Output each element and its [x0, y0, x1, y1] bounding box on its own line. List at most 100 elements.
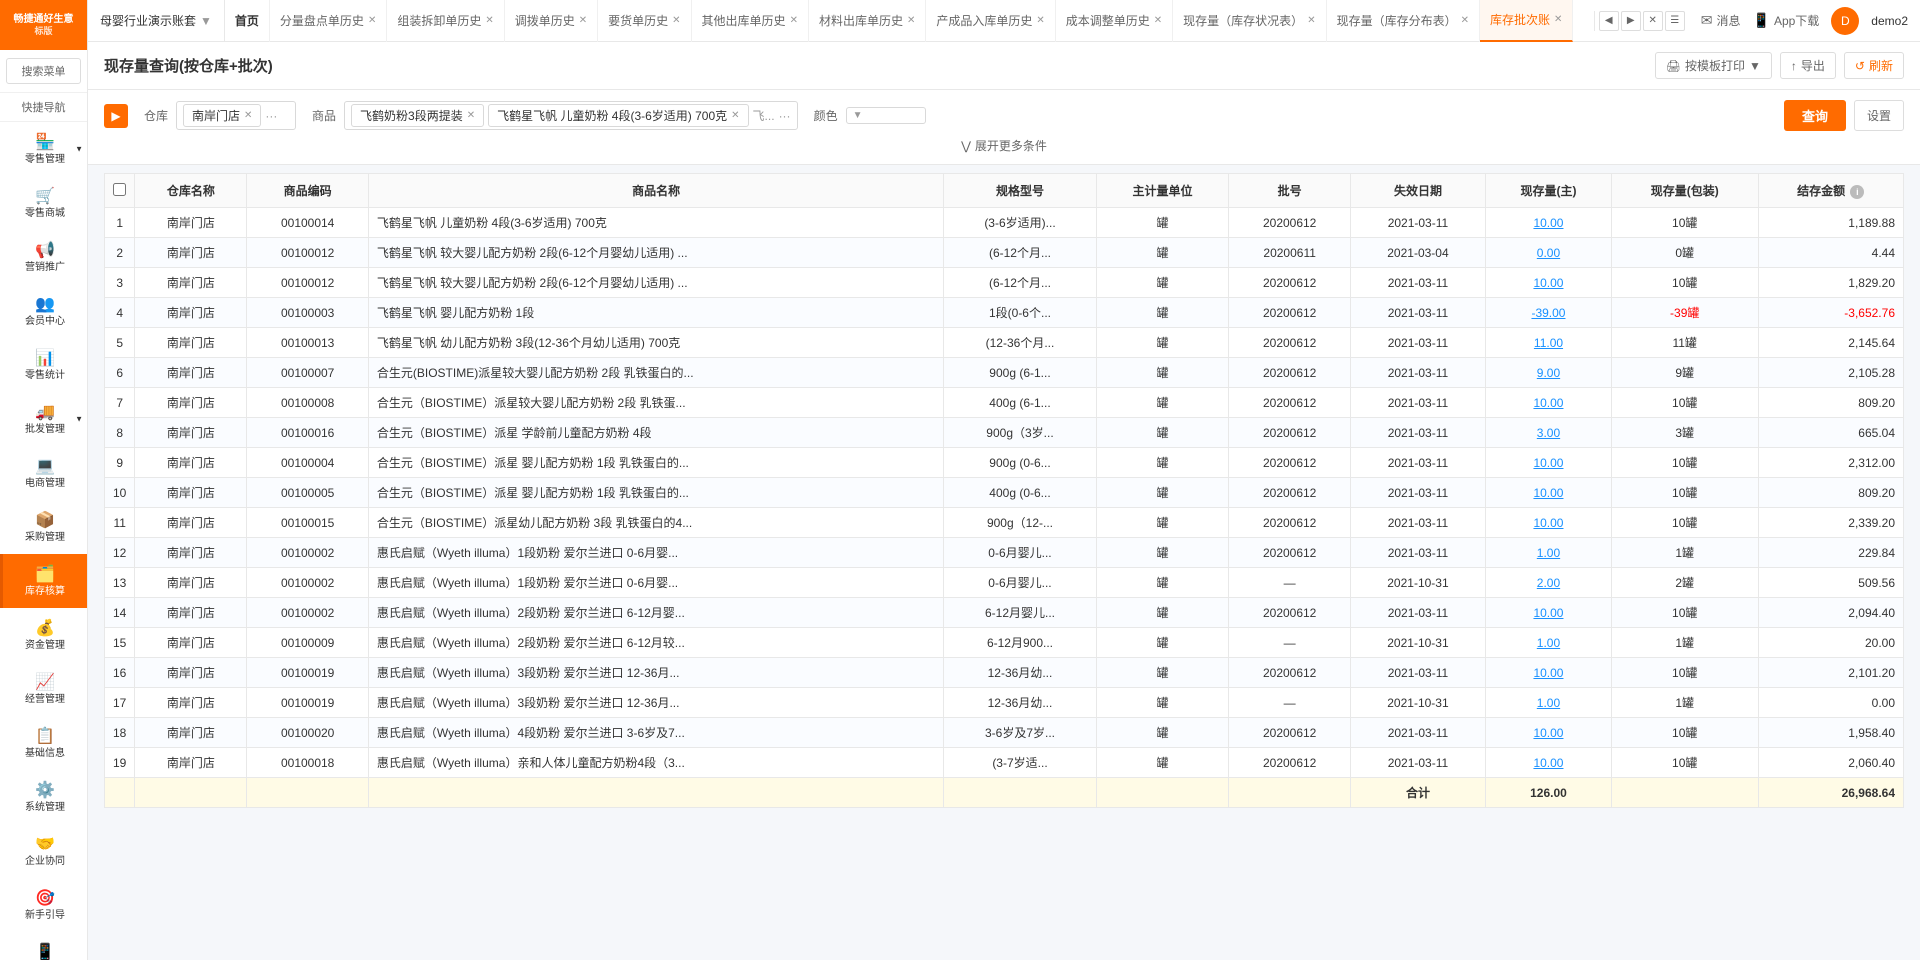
tab-close-icon[interactable]: ✕: [1554, 14, 1562, 25]
qty-main-cell[interactable]: 1.00: [1486, 538, 1612, 568]
qty-main-cell[interactable]: 2.00: [1486, 568, 1612, 598]
tab-close-icon[interactable]: ✕: [485, 15, 493, 26]
tab-close-icon[interactable]: ✕: [1307, 15, 1315, 26]
qty-main-cell[interactable]: 10.00: [1486, 658, 1612, 688]
warehouse-input[interactable]: 南岸门店 ✕ ···: [176, 101, 296, 130]
qty-main-cell[interactable]: 1.00: [1486, 628, 1612, 658]
tab-scroll-left-button[interactable]: ◀: [1599, 11, 1619, 31]
expand-more-button[interactable]: ⋁ 展开更多条件: [961, 137, 1047, 154]
col-name-header: 商品名称: [368, 174, 943, 208]
product-filter-group: 商品 飞鹤奶粉3段两提装 ✕ 飞鹤星飞帆 儿童奶粉 4段(3-6岁适用) 700…: [312, 101, 798, 130]
sidebar-item-finance[interactable]: 💰 资金管理: [0, 608, 87, 662]
message-action[interactable]: ✉ 消息: [1701, 12, 1741, 29]
filter-expand-button[interactable]: ▶: [104, 104, 128, 128]
color-input[interactable]: ▼: [846, 107, 926, 124]
tab-label: 其他出库单历史: [702, 12, 786, 29]
qty-main-cell[interactable]: 10.00: [1486, 208, 1612, 238]
qty-main-cell[interactable]: 10.00: [1486, 508, 1612, 538]
table-row: 18 南岸门店 00100020 惠氏启赋（Wyeth illuma）4段奶粉 …: [105, 718, 1904, 748]
qty-main-cell[interactable]: 10.00: [1486, 718, 1612, 748]
qty-main-cell[interactable]: 1.00: [1486, 688, 1612, 718]
table-row: 12 南岸门店 00100002 惠氏启赋（Wyeth illuma）1段奶粉 …: [105, 538, 1904, 568]
tab-inventory-dist[interactable]: 现存量（库存分布表）✕: [1327, 0, 1480, 42]
tab-inventory-status[interactable]: 现存量（库存状况表）✕: [1173, 0, 1326, 42]
sidebar-item-enterprise[interactable]: 🤝 企业协同: [0, 824, 87, 878]
sidebar-item-retail-mgmt[interactable]: 🏪 零售管理: [0, 122, 87, 176]
sidebar-item-system[interactable]: ⚙️ 系统管理: [0, 770, 87, 824]
tab-close-icon[interactable]: ✕: [1461, 15, 1469, 26]
tab-product-in[interactable]: 产成品入库单历史✕: [926, 0, 1055, 42]
qty-main-cell[interactable]: -39.00: [1486, 298, 1612, 328]
page-action-buttons: 🖨 按模板打印 ▼ ↑ 导出 ↺ 刷新: [1655, 52, 1904, 79]
export-button[interactable]: ↑ 导出: [1780, 52, 1836, 79]
table-row: 11 南岸门店 00100015 合生元（BIOSTIME）派星幼儿配方奶粉 3…: [105, 508, 1904, 538]
balance-info-icon[interactable]: i: [1850, 185, 1864, 199]
tab-material-out[interactable]: 材料出库单历史 ✕: [809, 0, 926, 42]
query-button[interactable]: 查询: [1784, 100, 1846, 131]
sidebar-item-app-center[interactable]: 📱 应用中心: [0, 932, 87, 960]
breadcrumb-selector[interactable]: 母婴行业演示账套 ▼: [88, 0, 225, 42]
tab-close-icon[interactable]: ✕: [907, 15, 915, 26]
qty-main-cell[interactable]: 0.00: [1486, 238, 1612, 268]
sidebar-item-operations[interactable]: 📈 经营管理: [0, 662, 87, 716]
tab-home[interactable]: 首页: [225, 0, 270, 42]
settings-button[interactable]: 设置: [1854, 100, 1904, 131]
filter-row: ▶ 仓库 南岸门店 ✕ ··· 商品 飞鹤奶粉3段: [104, 100, 1904, 131]
tab-mix[interactable]: 调拨单历史✕: [505, 0, 598, 42]
table-row: 5 南岸门店 00100013 飞鹤星飞帆 幼儿配方奶粉 3段(12-36个月幼…: [105, 328, 1904, 358]
qty-main-cell[interactable]: 9.00: [1486, 358, 1612, 388]
tab-close-icon[interactable]: ✕: [1154, 15, 1162, 26]
tab-batch-voucher[interactable]: 库存批次账 ✕: [1480, 0, 1573, 42]
tab-close-icon[interactable]: ✕: [1036, 15, 1044, 26]
product-input[interactable]: 飞鹤奶粉3段两提装 ✕ 飞鹤星飞帆 儿童奶粉 4段(3-6岁适用) 700克 ✕…: [344, 101, 798, 130]
sidebar-item-inventory[interactable]: 🗂️ 库存核算: [0, 554, 87, 608]
table-row: 3 南岸门店 00100012 飞鹤星飞帆 较大婴儿配方奶粉 2段(6-12个月…: [105, 268, 1904, 298]
qty-main-cell[interactable]: 10.00: [1486, 478, 1612, 508]
print-button[interactable]: 🖨 按模板打印 ▼: [1655, 52, 1772, 79]
sidebar-item-member-center[interactable]: 👥 会员中心: [0, 284, 87, 338]
tab-cost-adjust[interactable]: 成本调整单历史✕: [1056, 0, 1173, 42]
qty-main-cell[interactable]: 3.00: [1486, 418, 1612, 448]
refresh-button[interactable]: ↺ 刷新: [1844, 52, 1904, 79]
tab-close-icon[interactable]: ✕: [368, 15, 376, 26]
warehouse-tag-close[interactable]: ✕: [244, 110, 252, 121]
sidebar-item-retail-stats[interactable]: 📊 零售统计: [0, 338, 87, 392]
tab-close-button[interactable]: ✕: [1643, 11, 1663, 31]
product-tag-1-close[interactable]: ✕: [467, 110, 475, 121]
select-all-checkbox[interactable]: [113, 183, 126, 196]
tab-menu-button[interactable]: ☰: [1665, 11, 1685, 31]
table-row: 17 南岸门店 00100019 惠氏启赋（Wyeth illuma）3段奶粉 …: [105, 688, 1904, 718]
qty-main-cell[interactable]: 11.00: [1486, 328, 1612, 358]
qty-main-cell[interactable]: 10.00: [1486, 388, 1612, 418]
quick-nav-button[interactable]: 快捷导航: [0, 93, 87, 122]
sidebar-item-marketing[interactable]: 📢 营销推广: [0, 230, 87, 284]
sidebar-item-retail-shop[interactable]: 🛒 零售商城: [0, 176, 87, 230]
qty-main-cell[interactable]: 10.00: [1486, 598, 1612, 628]
app-download-action[interactable]: 📱 App下载: [1753, 12, 1820, 29]
tab-label: 材料出库单历史: [819, 12, 903, 29]
sidebar-item-wholesale-mgmt[interactable]: 🚚 批发管理: [0, 392, 87, 446]
sidebar-item-basics[interactable]: 📋 基础信息: [0, 716, 87, 770]
product-tag-2-close[interactable]: ✕: [731, 110, 739, 121]
tab-disassemble[interactable]: 组装拆卸单历史✕: [387, 0, 504, 42]
col-balance-header: 结存金额 i: [1758, 174, 1904, 208]
tab-label: 库存批次账: [1490, 11, 1550, 28]
tab-other-out[interactable]: 其他出库单历史 ✕: [692, 0, 809, 42]
tab-close-icon[interactable]: ✕: [579, 15, 587, 26]
sidebar-item-new-guide[interactable]: 🎯 新手引导: [0, 878, 87, 932]
tab-scroll-right-button[interactable]: ▶: [1621, 11, 1641, 31]
sidebar-item-purchase-mgmt[interactable]: 📦 采购管理: [0, 500, 87, 554]
qty-main-cell[interactable]: 10.00: [1486, 268, 1612, 298]
qty-main-cell[interactable]: 10.00: [1486, 748, 1612, 778]
search-menu-button[interactable]: 搜索菜单: [6, 58, 81, 84]
sidebar-item-label: 系统管理: [25, 802, 65, 814]
tab-close-icon[interactable]: ✕: [790, 15, 798, 26]
sidebar-item-ecommerce[interactable]: 💻 电商管理: [0, 446, 87, 500]
tab-split-inventory[interactable]: 分量盘点单历史✕: [270, 0, 387, 42]
nav-icon: 📦: [35, 510, 55, 530]
tab-close-icon[interactable]: ✕: [672, 15, 680, 26]
avatar[interactable]: D: [1831, 7, 1859, 35]
user-name[interactable]: demo2: [1871, 14, 1908, 28]
tab-requisition[interactable]: 要货单历史✕: [598, 0, 691, 42]
qty-main-cell[interactable]: 10.00: [1486, 448, 1612, 478]
